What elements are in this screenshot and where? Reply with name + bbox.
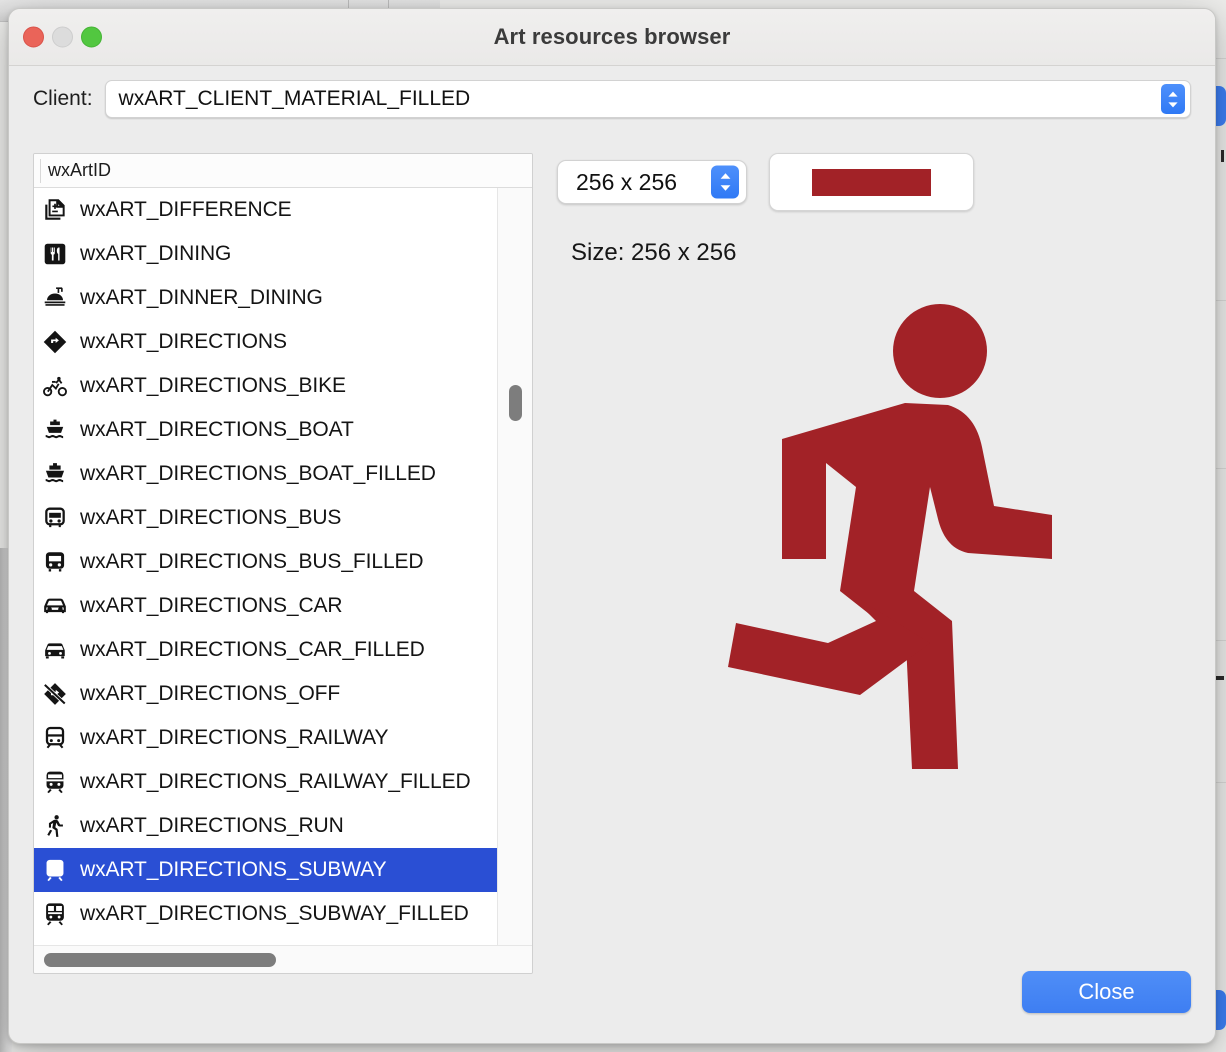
- color-swatch: [812, 168, 931, 196]
- directions-icon: [38, 325, 72, 359]
- directions-car-icon: [38, 589, 72, 623]
- directions-railway-icon: [38, 721, 72, 755]
- list-item-label: wxART_DIRECTIONS_BOAT_FILLED: [80, 462, 436, 485]
- list-item-label: wxART_DIRECTIONS_BUS: [80, 506, 342, 529]
- list-item-label: wxART_DIRECTIONS_RAILWAY: [80, 726, 389, 749]
- size-readout-label: Size: 256 x 256: [571, 239, 737, 266]
- list-item[interactable]: wxART_DIFFERENCE: [34, 188, 499, 232]
- list-item-label: wxART_DIRECTIONS_RAILWAY_FILLED: [80, 770, 471, 793]
- client-selected-value: wxART_CLIENT_MATERIAL_FILLED: [118, 87, 471, 110]
- directions-off-icon: [38, 677, 72, 711]
- list-item[interactable]: wxART_DIRECTIONS_SUBWAY_FILLED: [34, 892, 499, 936]
- traffic-light-buttons: [23, 26, 102, 48]
- list-item-label: wxART_DINNER_DINING: [80, 286, 323, 309]
- list-item-label: wxART_DIRECTIONS_CAR_FILLED: [80, 638, 425, 661]
- list-item[interactable]: wxART_DIRECTIONS_CAR: [34, 584, 499, 628]
- list-item[interactable]: wxART_DIRECTIONS_SUBWAY: [34, 848, 499, 892]
- art-resources-browser-dialog: Art resources browser Client: wxART_CLIE…: [8, 8, 1216, 1044]
- list-item[interactable]: wxART_DIRECTIONS_BUS_FILLED: [34, 540, 499, 584]
- close-button[interactable]: Close: [1022, 971, 1191, 1013]
- client-label: Client:: [33, 87, 93, 110]
- directions-run-icon: [38, 809, 72, 843]
- list-item-label: wxART_DIRECTIONS: [80, 330, 287, 353]
- directions-run-icon: [728, 304, 1052, 769]
- dinner-dining-icon: [38, 281, 72, 315]
- directions-bike-icon: [38, 369, 72, 403]
- preview-controls: 256 x 256: [557, 153, 1195, 211]
- list-rows: wxART_DIFFERENCE wxART_DINING wxART_DINNER…: [34, 188, 499, 936]
- window-title: Art resources browser: [493, 24, 731, 49]
- directions-subway-filled-icon: [38, 897, 72, 931]
- title-bar: Art resources browser: [9, 9, 1215, 66]
- list-item[interactable]: wxART_DIRECTIONS_BOAT: [34, 408, 499, 452]
- close-window-button[interactable]: [23, 26, 44, 48]
- directions-boat-icon: [38, 413, 72, 447]
- dialog-footer: Close: [9, 957, 1215, 1043]
- art-preview-canvas: [557, 291, 1195, 811]
- list-item-label: wxART_DIRECTIONS_RUN: [80, 814, 344, 837]
- difference-icon: [38, 193, 72, 227]
- directions-bus-icon: [38, 501, 72, 535]
- list-body: wxART_DIFFERENCE wxART_DINING wxART_DINNER…: [34, 188, 532, 945]
- list-column-header[interactable]: wxArtID: [34, 154, 532, 188]
- list-item-label: wxART_DIRECTIONS_SUBWAY_FILLED: [80, 902, 469, 925]
- preview-panel: 256 x 256 Size: 256 x 256: [557, 153, 1195, 953]
- list-item[interactable]: wxART_DIRECTIONS_RAILWAY_FILLED: [34, 760, 499, 804]
- size-stepper-icon[interactable]: [711, 165, 739, 199]
- client-stepper-icon[interactable]: [1161, 84, 1185, 114]
- directions-bus-filled-icon: [38, 545, 72, 579]
- list-item-label: wxART_DIRECTIONS_BUS_FILLED: [80, 550, 424, 573]
- list-item[interactable]: wxART_DIRECTIONS_BOAT_FILLED: [34, 452, 499, 496]
- background-marker: [1221, 150, 1224, 162]
- art-id-listbox[interactable]: wxArtID wxART_DIFFERENCE wxART_DINING wxAR…: [33, 153, 533, 974]
- directions-boat-filled-icon: [38, 457, 72, 491]
- list-item-label: wxART_DIRECTIONS_SUBWAY: [80, 858, 387, 881]
- list-item[interactable]: wxART_DINING: [34, 232, 499, 276]
- list-item[interactable]: wxART_DIRECTIONS_RUN: [34, 804, 499, 848]
- list-item[interactable]: wxART_DIRECTIONS: [34, 320, 499, 364]
- list-item[interactable]: wxART_DIRECTIONS_RAILWAY: [34, 716, 499, 760]
- size-combobox[interactable]: 256 x 256: [557, 160, 747, 204]
- vertical-scrollbar[interactable]: [497, 188, 532, 945]
- list-item[interactable]: wxART_DINNER_DINING: [34, 276, 499, 320]
- directions-railway-filled-icon: [38, 765, 72, 799]
- zoom-window-button[interactable]: [81, 26, 102, 48]
- list-item-label: wxART_DIRECTIONS_CAR: [80, 594, 343, 617]
- vertical-scrollbar-thumb[interactable]: [509, 384, 522, 421]
- directions-car-filled-icon: [38, 633, 72, 667]
- list-item[interactable]: wxART_DIRECTIONS_CAR_FILLED: [34, 628, 499, 672]
- list-item-label: wxART_DIRECTIONS_BOAT: [80, 418, 354, 441]
- directions-subway-icon: [38, 853, 72, 887]
- size-selected-value: 256 x 256: [576, 168, 678, 195]
- list-item-label: wxART_DIFFERENCE: [80, 198, 292, 221]
- list-item-label: wxART_DIRECTIONS_OFF: [80, 682, 341, 705]
- column-header-wxartid: wxArtID: [48, 160, 111, 180]
- list-item[interactable]: wxART_DIRECTIONS_OFF: [34, 672, 499, 716]
- list-item[interactable]: wxART_DIRECTIONS_BUS: [34, 496, 499, 540]
- minimize-window-button[interactable]: [52, 26, 73, 48]
- client-combobox[interactable]: wxART_CLIENT_MATERIAL_FILLED: [104, 80, 1191, 118]
- list-item[interactable]: wxART_DIRECTIONS_BIKE: [34, 364, 499, 408]
- client-row: Client: wxART_CLIENT_MATERIAL_FILLED: [9, 66, 1215, 132]
- list-item-label: wxART_DIRECTIONS_BIKE: [80, 374, 346, 397]
- list-item-label: wxART_DINING: [80, 242, 232, 265]
- dining-icon: [38, 237, 72, 271]
- color-picker-button[interactable]: [769, 153, 974, 211]
